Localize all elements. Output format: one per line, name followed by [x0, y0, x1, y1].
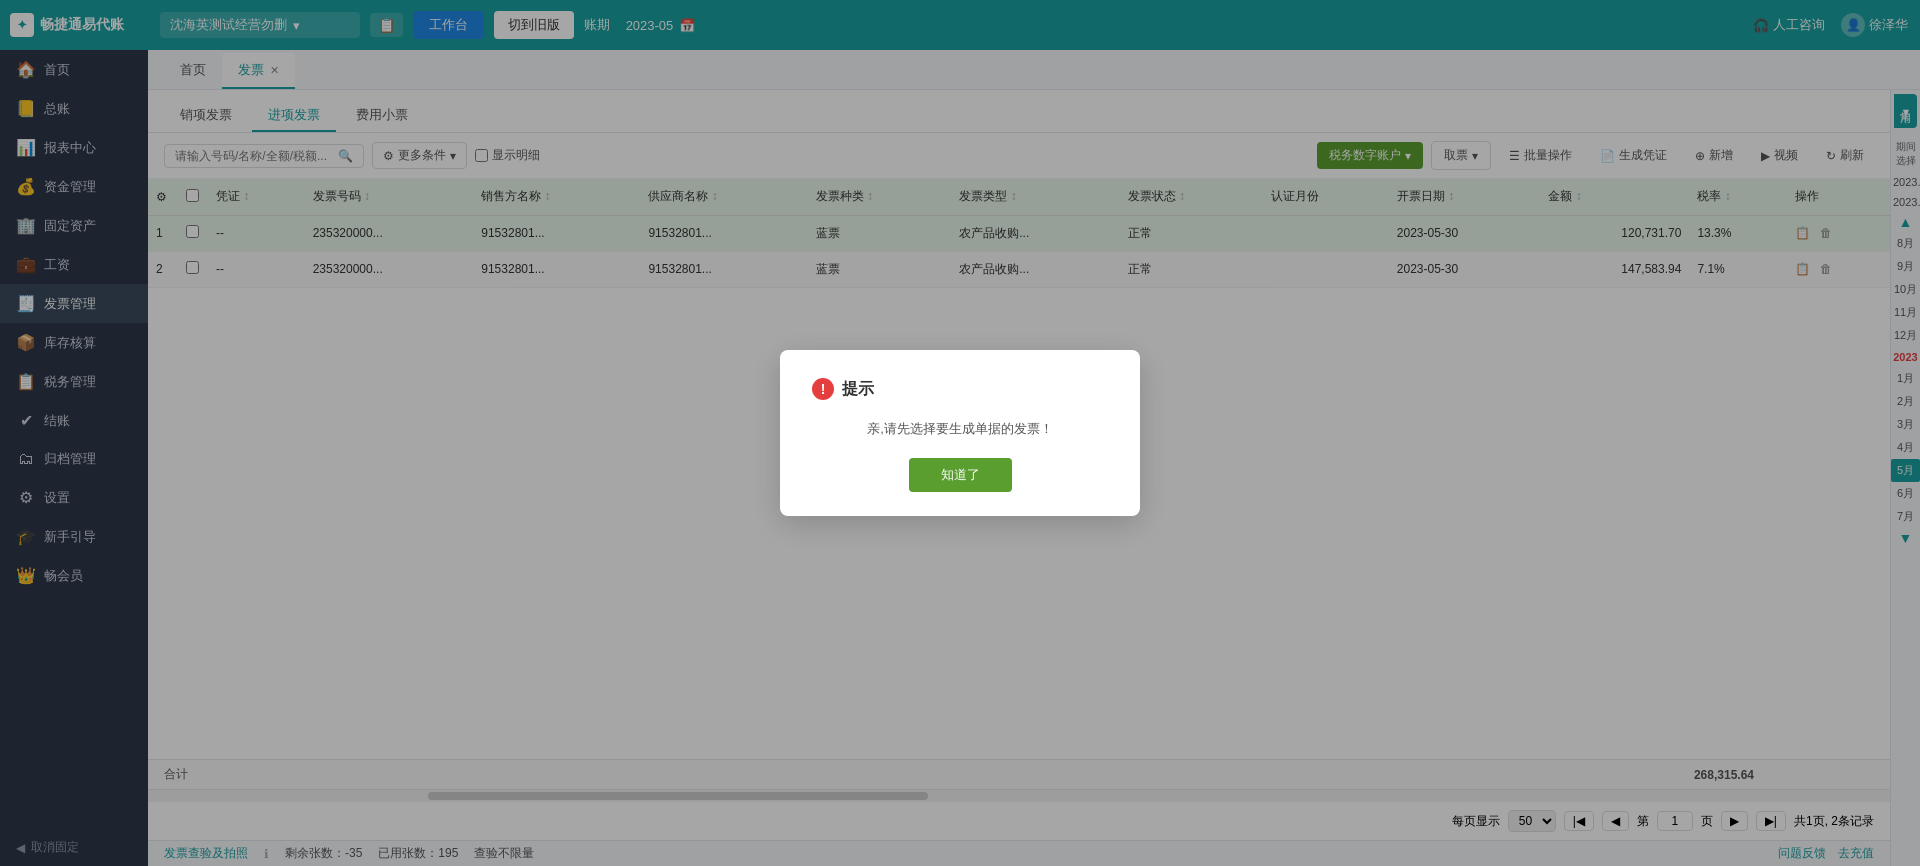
warning-icon: !: [812, 378, 834, 400]
modal-overlay: ! 提示 亲,请先选择要生成单据的发票！ 知道了: [0, 0, 1920, 866]
modal-title: 提示: [842, 379, 874, 400]
modal-message: 亲,请先选择要生成单据的发票！: [867, 420, 1053, 438]
modal-dialog: ! 提示 亲,请先选择要生成单据的发票！ 知道了: [780, 350, 1140, 516]
modal-title-row: ! 提示: [812, 378, 874, 400]
modal-confirm-button[interactable]: 知道了: [909, 458, 1012, 492]
